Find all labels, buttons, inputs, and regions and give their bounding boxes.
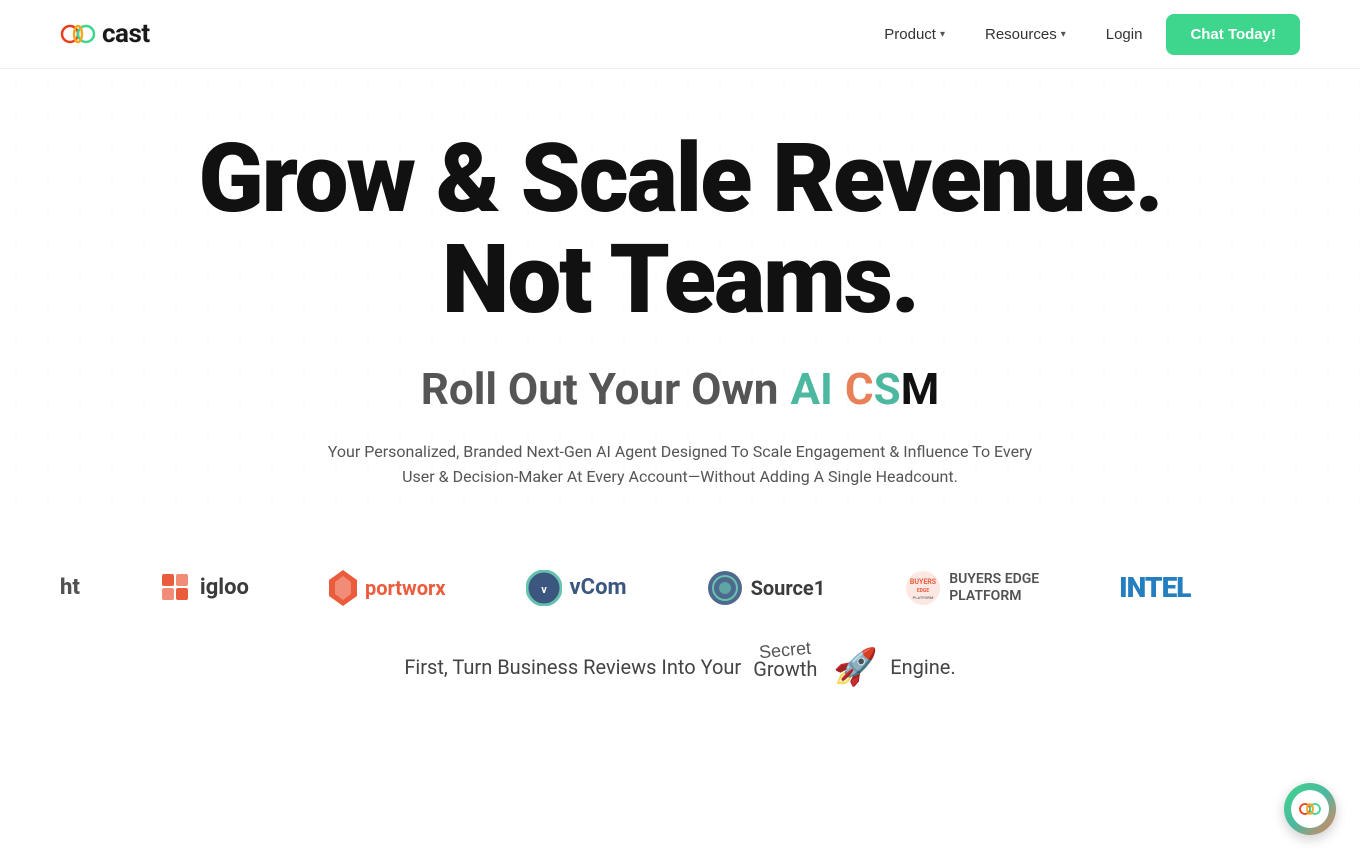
igloo-icon [160,572,192,604]
logo-ht: ht [60,575,80,600]
float-cast-icon [1298,797,1322,821]
logo-buyers-edge: BUYERS EDGE PLATFORM BUYERS EDGEPLATFORM [905,570,1039,606]
logo-link[interactable]: cast [60,16,150,52]
secret-container: Secret Growth [753,640,817,681]
cta-button[interactable]: Chat Today! [1166,14,1300,55]
hero-description: Your Personalized, Branded Next-Gen AI A… [320,439,1040,490]
portworx-icon [329,570,357,606]
float-badge-inner [1291,790,1329,828]
logo-portworx: portworx [329,570,446,606]
csm-c: C [845,363,874,415]
ai-text: AI [790,363,832,415]
resources-chevron-icon: ▾ [1061,29,1066,40]
rocket-icon: 🚀 [833,646,878,688]
svg-text:EDGE: EDGE [917,588,929,594]
vcom-icon: v [526,570,562,606]
source1-icon [707,570,743,606]
logo-icon [60,16,96,52]
navbar: cast Product ▾ Resources ▾ Login Chat To… [0,0,1360,69]
svg-text:BUYERS: BUYERS [910,578,937,586]
float-badge[interactable] [1284,783,1336,835]
hero-headline: Grow & Scale Revenue. Not Teams. [198,129,1161,331]
csm-s: S [874,363,901,415]
svg-text:v: v [541,583,547,596]
hero-section: Grow & Scale Revenue. Not Teams. Roll Ou… [0,69,1360,530]
csm-text: CSM [845,363,939,415]
buyers-edge-icon: BUYERS EDGE PLATFORM [905,570,941,606]
logos-track: ht igloo portworx [0,570,1360,606]
nav-links: Product ▾ Resources ▾ Login Chat Today! [868,14,1300,55]
svg-text:PLATFORM: PLATFORM [913,595,934,600]
product-chevron-icon: ▾ [940,29,945,40]
bottom-text: First, Turn Business Reviews Into Your S… [404,646,955,688]
logo-vcom: v vCom [526,570,627,606]
product-menu[interactable]: Product ▾ [868,18,961,51]
logos-strip: ht igloo portworx [0,530,1360,626]
logo-intel: INTEL [1119,571,1190,604]
logo-text: cast [102,19,150,49]
resources-menu[interactable]: Resources ▾ [969,18,1082,51]
hero-subtitle: Roll Out Your Own AI CSM [421,363,940,415]
csm-m: M [901,363,940,415]
bottom-section: First, Turn Business Reviews Into Your S… [0,626,1360,728]
logo-source1: Source1 [707,570,826,606]
logo-igloo: igloo [160,572,249,604]
login-button[interactable]: Login [1090,18,1159,51]
